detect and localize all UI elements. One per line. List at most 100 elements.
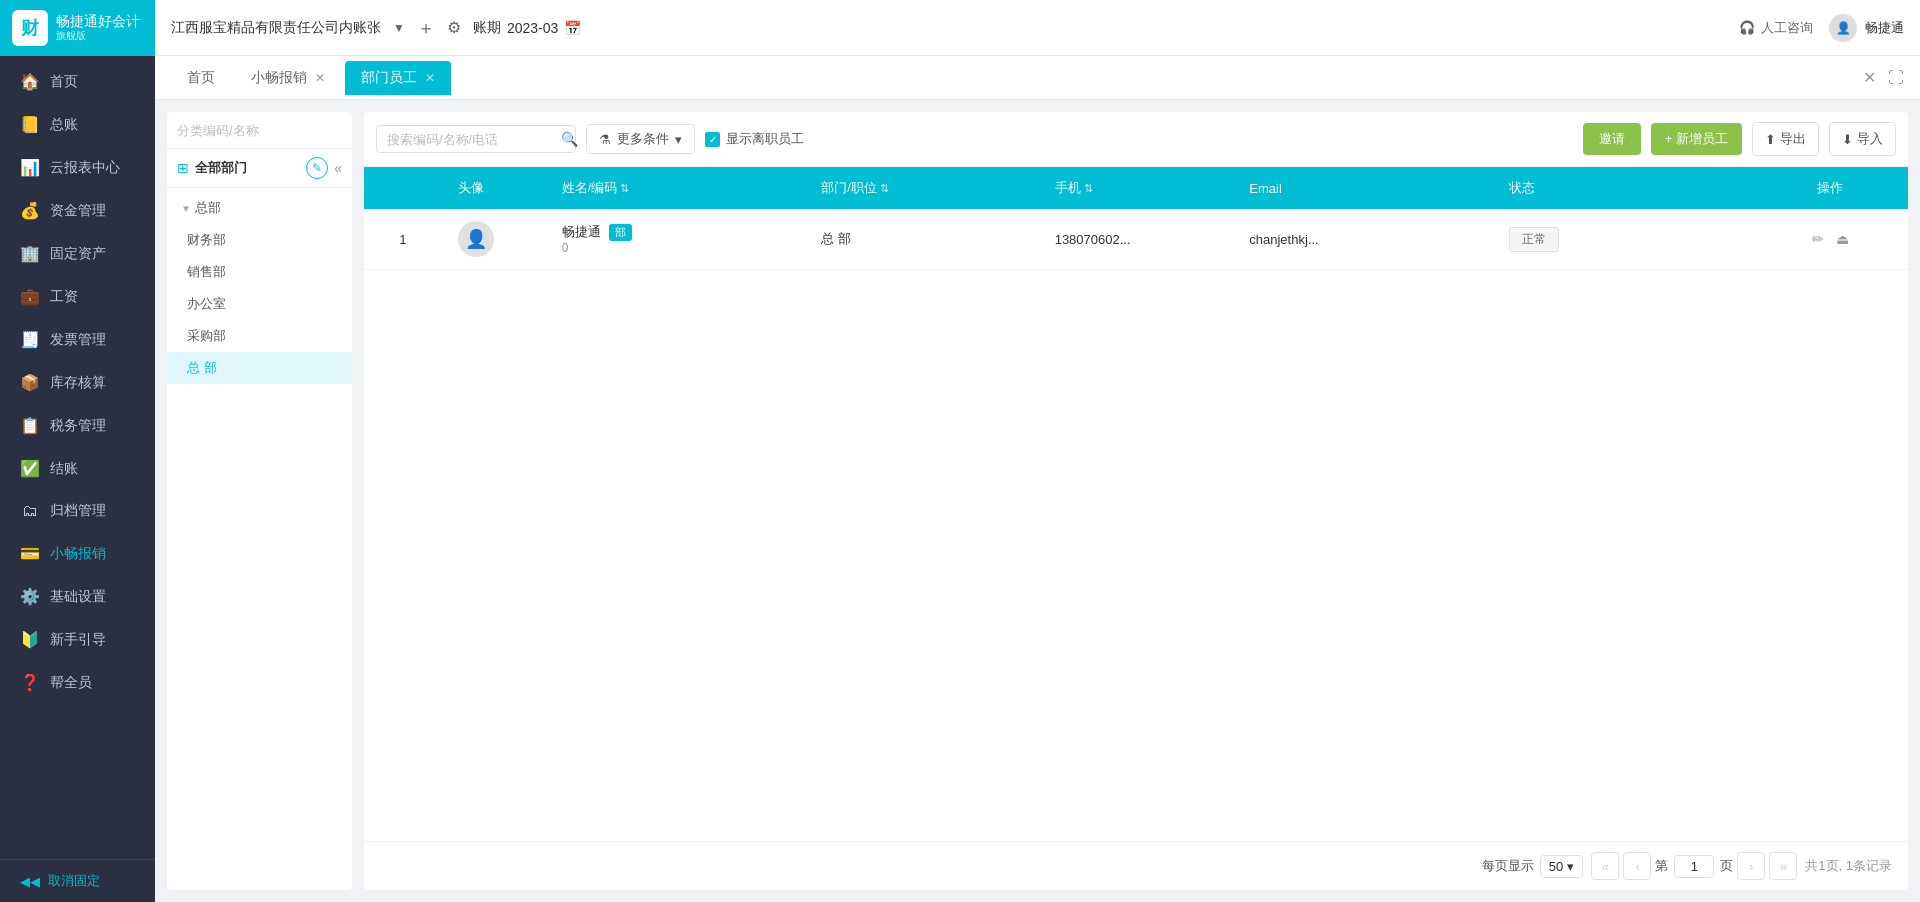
user-info[interactable]: 👤 畅捷通 [1829,14,1904,42]
home-icon: 🏠 [20,72,40,91]
cell-dept-position: 总 部 [805,209,1039,270]
dept-general-label: 总部 [195,199,221,217]
sidebar-item-help[interactable]: ❓ 帮全员 [0,661,155,704]
page-size-dropdown-icon: ▾ [1567,859,1574,874]
last-page-button[interactable]: » [1769,852,1797,880]
dept-item-sales[interactable]: 销售部 [167,256,352,288]
sidebar-item-invoice[interactable]: 🧾 发票管理 [0,318,155,361]
sidebar-item-tax[interactable]: 📋 税务管理 [0,404,155,447]
import-button[interactable]: ⬇ 导入 [1829,122,1896,156]
dept-item-headquarters[interactable]: 总 部 [167,352,352,384]
dept-item-general[interactable]: ▼ 总部 [167,192,352,224]
employee-search-box[interactable]: 🔍 [376,125,576,153]
sidebar-item-label: 工资 [50,288,78,306]
ledger-icon: 📒 [20,115,40,134]
period-value[interactable]: 2023-03 [507,20,558,36]
col-name-code[interactable]: 姓名/编码 [546,167,805,209]
sidebar-item-label: 基础设置 [50,588,106,606]
employee-search-icon[interactable]: 🔍 [561,131,578,147]
payroll-icon: 💼 [20,287,40,306]
dept-item-office[interactable]: 办公室 [167,288,352,320]
tab-expense[interactable]: 小畅报销 ✕ [235,61,341,95]
tab-home[interactable]: 首页 [171,61,231,95]
dept-search-icon[interactable]: 🔍 [351,122,352,138]
cancel-fixed-button[interactable]: ◀◀ 取消固定 [0,859,155,902]
sidebar: 财 畅捷通好会计 旗舰版 🏠 首页 📒 总账 📊 云报表中心 💰 资金管理 🏢 … [0,0,155,902]
topbar-settings-icon[interactable]: ⚙ [447,18,461,37]
cell-index: 1 [364,209,442,270]
sidebar-item-general-ledger[interactable]: 📒 总账 [0,103,155,146]
cell-status: 正常 [1493,209,1752,270]
col-status: 状态 [1493,167,1752,209]
dept-all-header[interactable]: ⊞ 全部部门 ✎ « [167,149,352,188]
more-filter-button[interactable]: ⚗ 更多条件 ▾ [586,124,695,154]
first-page-button[interactable]: « [1591,852,1619,880]
col-phone[interactable]: 手机 [1039,167,1234,209]
export-icon: ⬆ [1765,132,1776,147]
sidebar-item-fixed-assets[interactable]: 🏢 固定资产 [0,232,155,275]
dept-collapse-button[interactable]: « [334,160,342,176]
page-size-dropdown[interactable]: 50 ▾ [1540,855,1583,878]
sidebar-item-home[interactable]: 🏠 首页 [0,60,155,103]
employee-avatar: 👤 [458,221,494,257]
prev-page-button[interactable]: ‹ [1623,852,1651,880]
content-area: 🔍 ⊞ 全部部门 ✎ « ▼ 总部 财务部 销售部 [155,100,1920,902]
consult-button[interactable]: 🎧 人工咨询 [1739,19,1813,37]
app-logo[interactable]: 财 畅捷通好会计 旗舰版 [0,0,155,56]
toolbar-right-actions: 邀请 + 新增员工 ⬆ 导出 ⬇ 导入 [1583,122,1896,156]
logo-icon: 财 [12,10,48,46]
dept-item-purchase[interactable]: 采购部 [167,320,352,352]
dept-headquarters-label: 总 部 [187,359,217,377]
company-name[interactable]: 江西服宝精品有限责任公司内账张 [171,19,381,37]
sidebar-item-expense[interactable]: 💳 小畅报销 [0,532,155,575]
page-suffix: 页 [1720,857,1733,875]
page-number-input[interactable] [1674,855,1714,878]
topbar: 江西服宝精品有限责任公司内账张 ▼ ＋ ⚙ 账期 2023-03 📅 🎧 人工咨… [155,0,1920,56]
tab-dept-employee-close[interactable]: ✕ [425,71,435,85]
tab-close-button[interactable]: ✕ [1863,68,1876,87]
tab-maximize-button[interactable]: ⛶ [1888,69,1904,87]
dept-edit-icon[interactable]: ✎ [306,157,328,179]
user-name: 畅捷通 [1865,19,1904,37]
sidebar-item-settings[interactable]: ⚙️ 基础设置 [0,575,155,618]
add-employee-button[interactable]: + 新增员工 [1651,123,1742,155]
sidebar-item-reports[interactable]: 📊 云报表中心 [0,146,155,189]
total-info: 共1页, 1条记录 [1805,857,1892,875]
col-avatar: 头像 [442,167,546,209]
show-resigned-checkbox[interactable]: ✓ 显示离职员工 [705,130,804,148]
employee-table: 头像 姓名/编码 部门/职位 手机 Email 状态 操作 1 [364,167,1908,841]
next-page-button[interactable]: › [1737,852,1765,880]
app-sub: 旗舰版 [56,29,140,43]
col-dept-position[interactable]: 部门/职位 [805,167,1039,209]
sidebar-item-archive[interactable]: 🗂 归档管理 [0,490,155,532]
grid-icon: ⊞ [177,160,189,176]
employee-name-text: 畅捷通 [562,223,601,241]
expense-icon: 💳 [20,544,40,563]
sidebar-item-funds[interactable]: 💰 资金管理 [0,189,155,232]
edit-employee-button[interactable]: ✏ [1812,231,1824,247]
export-button[interactable]: ⬆ 导出 [1752,122,1819,156]
pin-icon: ◀◀ [20,874,40,889]
tax-icon: 📋 [20,416,40,435]
tab-dept-employee[interactable]: 部门员工 ✕ [345,61,451,95]
company-dropdown-icon[interactable]: ▼ [393,21,405,35]
dept-search-input[interactable] [177,123,345,138]
logo-text-group: 畅捷通好会计 旗舰版 [56,13,140,44]
employee-search-input[interactable] [387,132,555,147]
sidebar-item-label: 新手引导 [50,631,106,649]
topbar-right: 🎧 人工咨询 👤 畅捷通 [1739,14,1904,42]
dept-tree: ▼ 总部 财务部 销售部 办公室 采购部 总 部 [167,188,352,890]
sidebar-item-label: 归档管理 [50,502,106,520]
tab-expense-close[interactable]: ✕ [315,71,325,85]
sidebar-item-payroll[interactable]: 💼 工资 [0,275,155,318]
sidebar-item-checkout[interactable]: ✅ 结账 [0,447,155,490]
logout-employee-button[interactable]: ⏏ [1836,231,1849,247]
invite-button[interactable]: 邀请 [1583,123,1641,155]
sidebar-item-inventory[interactable]: 📦 库存核算 [0,361,155,404]
calendar-icon[interactable]: 📅 [564,20,581,36]
headset-icon: 🎧 [1739,20,1755,35]
add-tab-button[interactable]: ＋ [417,16,435,40]
sidebar-item-guide[interactable]: 🔰 新手引导 [0,618,155,661]
dept-item-finance[interactable]: 财务部 [167,224,352,256]
page-label: 第 [1655,857,1668,875]
